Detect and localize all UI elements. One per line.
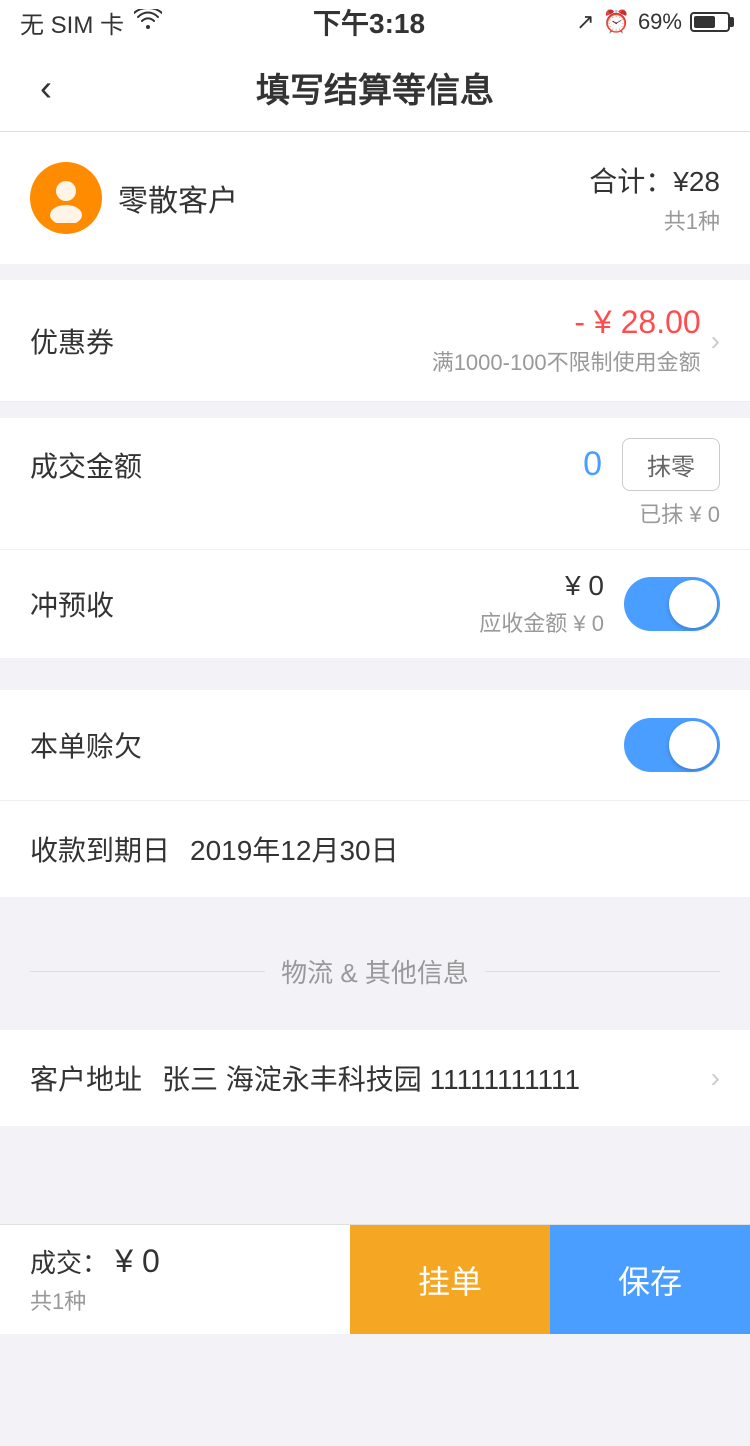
page-title: 填写结算等信息: [256, 63, 494, 112]
coupon-row[interactable]: 优惠券 - ¥ 28.00 满1000-100不限制使用金额 ›: [0, 280, 750, 402]
chevron-right-icon: ›: [711, 325, 720, 357]
coupon-info: - ¥ 28.00 满1000-100不限制使用金额: [432, 304, 701, 377]
debt-toggle-knob: [669, 721, 717, 769]
transaction-amount-row: 成交金额 0 抹零 已抹 ¥ 0: [0, 418, 750, 550]
address-row[interactable]: 客户地址 张三 海淀永丰科技园 11111111111 ›: [0, 1030, 750, 1126]
status-left: 无 SIM 卡: [20, 5, 162, 40]
due-date-label: 收款到期日: [30, 829, 170, 869]
precollect-toggle[interactable]: [624, 577, 720, 631]
gray-divider-3: [0, 897, 750, 913]
logistics-line-right: [485, 971, 720, 972]
logistics-title: 物流 & 其他信息: [281, 953, 469, 990]
alarm-icon: ⏰: [603, 9, 630, 35]
amount-label: 成交金额: [30, 445, 150, 485]
precollect-main: ¥ 0: [479, 570, 604, 602]
avatar: [30, 162, 102, 234]
location-icon: ↗: [576, 9, 594, 35]
round-button[interactable]: 抹零: [622, 438, 720, 491]
amount-top: 成交金额 0 抹零: [30, 438, 720, 491]
customer-name: 零散客户: [118, 176, 238, 220]
gray-divider-2: [0, 658, 750, 674]
debt-toggle[interactable]: [624, 718, 720, 772]
bottom-info: 成交： ¥ 0 共1种: [0, 1243, 350, 1316]
bottom-bar: 成交： ¥ 0 共1种 挂单 保存: [0, 1224, 750, 1334]
deal-amount: ¥ 0: [115, 1243, 159, 1279]
save-button[interactable]: 保存: [550, 1225, 750, 1334]
logistics-header: 物流 & 其他信息: [30, 953, 720, 990]
coupon-label: 优惠券: [30, 321, 150, 361]
precollect-sub: 应收金额 ¥ 0: [479, 606, 604, 638]
customer-left: 零散客户: [30, 162, 238, 234]
wifi-icon: [134, 8, 162, 36]
pending-button[interactable]: 挂单: [350, 1225, 550, 1334]
amount-sub: 已抹 ¥ 0: [30, 497, 720, 529]
gray-divider-1: [0, 402, 750, 418]
coupon-right: - ¥ 28.00 满1000-100不限制使用金额 ›: [432, 304, 720, 377]
address-label: 客户地址: [30, 1058, 142, 1098]
bottom-count: 共1种: [30, 1284, 320, 1316]
status-time: 下午3:18: [313, 2, 425, 42]
coupon-discount: - ¥ 28.00: [432, 304, 701, 341]
back-button[interactable]: ‹: [30, 57, 62, 119]
logistics-section: 物流 & 其他信息: [0, 929, 750, 1014]
battery-icon: [690, 12, 730, 32]
nav-bar: ‹ 填写结算等信息: [0, 44, 750, 132]
precollect-right: ¥ 0 应收金额 ¥ 0: [479, 570, 720, 638]
address-section: 客户地址 张三 海淀永丰科技园 11111111111 ›: [0, 1030, 750, 1126]
customer-count: 共1种: [589, 204, 720, 236]
bottom-actions: 挂单 保存: [350, 1225, 750, 1334]
precollect-row: 冲预收 ¥ 0 应收金额 ¥ 0: [0, 550, 750, 658]
precollect-amounts: ¥ 0 应收金额 ¥ 0: [479, 570, 604, 638]
battery-text: 69%: [638, 9, 682, 35]
precollect-label: 冲预收: [30, 584, 150, 624]
coupon-desc: 满1000-100不限制使用金额: [432, 345, 701, 377]
deal-label: 成交：: [30, 1248, 108, 1278]
address-chevron-icon: ›: [711, 1062, 720, 1094]
address-left: 客户地址 张三 海淀永丰科技园 11111111111: [30, 1058, 580, 1098]
due-date-row: 收款到期日 2019年12月30日: [0, 801, 750, 897]
debt-label: 本单赊欠: [30, 725, 150, 765]
customer-section: 零散客户 合计：¥28 共1种: [0, 132, 750, 264]
amount-value[interactable]: 0: [583, 445, 602, 484]
amount-controls: 0 抹零: [583, 438, 720, 491]
logistics-line-left: [30, 971, 265, 972]
status-right: ↗ ⏰ 69%: [576, 9, 730, 35]
toggle-knob: [669, 580, 717, 628]
due-date-value: 2019年12月30日: [190, 829, 399, 869]
status-bar: 无 SIM 卡 下午3:18 ↗ ⏰ 69%: [0, 0, 750, 44]
debt-section: 本单赊欠: [0, 690, 750, 801]
customer-right: 合计：¥28 共1种: [589, 160, 720, 236]
address-value: 张三 海淀永丰科技园 11111111111: [162, 1058, 580, 1098]
customer-total: 合计：¥28: [589, 160, 720, 200]
no-sim-text: 无 SIM 卡: [20, 5, 124, 40]
bottom-deal: 成交： ¥ 0: [30, 1243, 320, 1280]
